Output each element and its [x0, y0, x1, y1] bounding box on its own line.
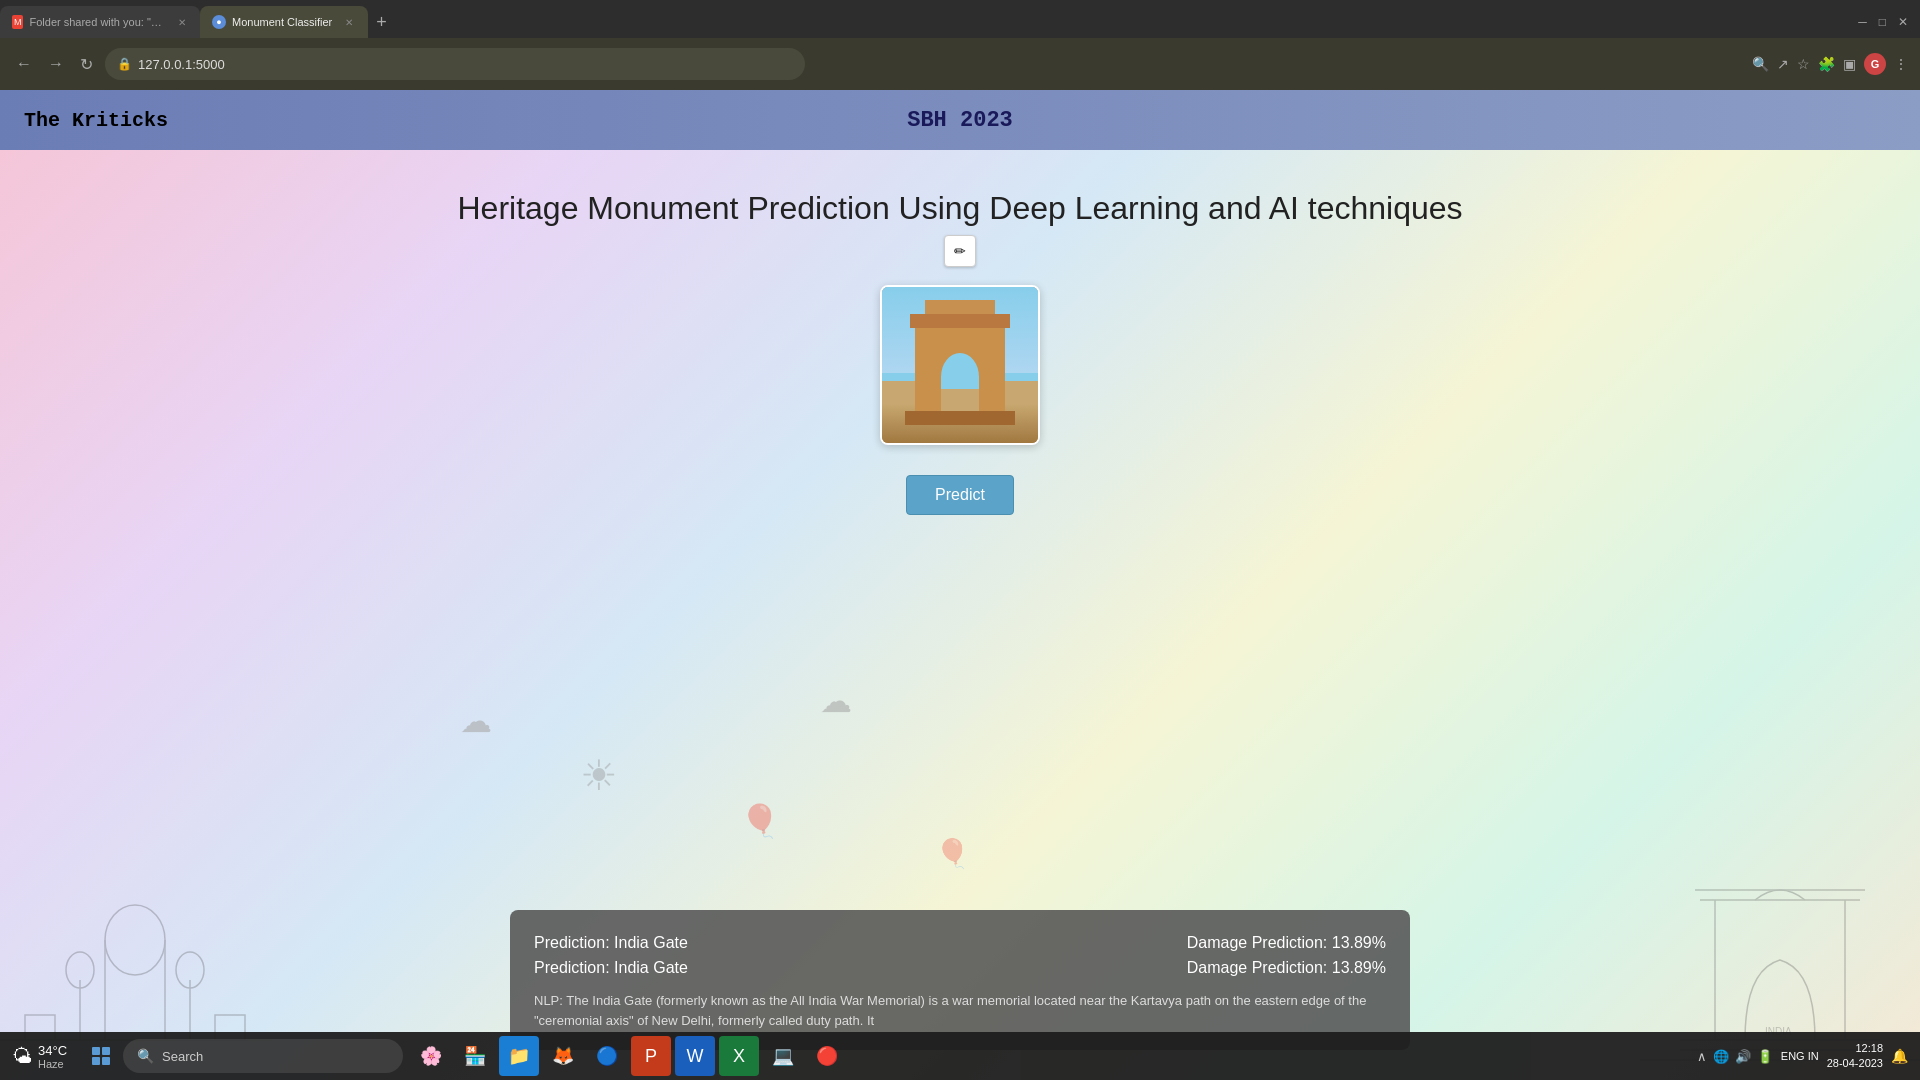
- start-button[interactable]: [79, 1034, 123, 1078]
- taskbar-app-excel[interactable]: X: [719, 1036, 759, 1076]
- taskbar-search[interactable]: 🔍 Search: [123, 1039, 403, 1073]
- main-content: Heritage Monument Prediction Using Deep …: [0, 150, 1920, 1080]
- tab-monument[interactable]: ● Monument Classifier ✕: [200, 6, 368, 38]
- damage-info: Damage Prediction: 13.89% Damage Predict…: [1187, 930, 1386, 981]
- maximize-button[interactable]: □: [1875, 15, 1890, 29]
- address-bar[interactable]: 🔒 127.0.0.1:5000: [105, 48, 805, 80]
- taskbar-apps: 🌸 🏪 📁 🦊 🔵 P W X 💻 🔴: [411, 1036, 847, 1076]
- taskbar-app-vscode[interactable]: 💻: [763, 1036, 803, 1076]
- svg-point-0: [105, 905, 165, 975]
- pencil-icon: ✏: [954, 243, 966, 259]
- forward-button[interactable]: →: [44, 51, 68, 77]
- weather-icon: 🌤: [12, 1045, 32, 1068]
- predict-button[interactable]: Predict: [906, 475, 1014, 515]
- battery-icon: 🔋: [1757, 1049, 1773, 1064]
- tab-bar: M Folder shared with you: "Monum... ✕ ● …: [0, 0, 1920, 38]
- taskbar-app-store[interactable]: 🏪: [455, 1036, 495, 1076]
- search-icon: 🔍: [137, 1048, 154, 1064]
- page-heading: Heritage Monument Prediction Using Deep …: [457, 190, 1462, 227]
- reload-button[interactable]: ↻: [76, 51, 97, 78]
- system-tray-icons: ∧ 🌐 🔊 🔋: [1697, 1049, 1773, 1064]
- new-tab-button[interactable]: +: [368, 13, 395, 31]
- taskbar-app-word[interactable]: W: [675, 1036, 715, 1076]
- prediction-line2: Prediction: India Gate: [534, 955, 688, 981]
- gmail-favicon: M: [12, 15, 23, 29]
- window-controls: ─ □ ✕: [1854, 15, 1920, 29]
- taskbar-right: ∧ 🌐 🔊 🔋 ENG IN 12:18 28-04-2023 🔔: [1685, 1041, 1920, 1072]
- gate-base: [905, 411, 1015, 425]
- tray-chevron[interactable]: ∧: [1697, 1049, 1707, 1064]
- address-bar-row: ← → ↻ 🔒 127.0.0.1:5000 🔍 ↗ ☆ 🧩 ▣ G ⋮: [0, 38, 1920, 90]
- brand-name: The Kriticks: [24, 109, 168, 132]
- zoom-icon[interactable]: 🔍: [1752, 56, 1769, 72]
- taskbar-app-ppt[interactable]: P: [631, 1036, 671, 1076]
- tab-gmail[interactable]: M Folder shared with you: "Monum... ✕: [0, 6, 200, 38]
- menu-icon[interactable]: ⋮: [1894, 56, 1908, 72]
- browser-chrome: M Folder shared with you: "Monum... ✕ ● …: [0, 0, 1920, 90]
- balloon-icon: 🎈: [740, 802, 780, 840]
- taskbar-app-widgets[interactable]: 🌸: [411, 1036, 451, 1076]
- notification-icon[interactable]: 🔔: [1891, 1048, 1908, 1064]
- windows-icon: [92, 1047, 110, 1065]
- profile-avatar[interactable]: G: [1864, 53, 1886, 75]
- india-gate-illustration: [882, 287, 1038, 443]
- app-header: The Kriticks SBH 2023: [0, 90, 1920, 150]
- start-sq-2: [102, 1047, 110, 1055]
- bookmark-icon[interactable]: ☆: [1797, 56, 1810, 72]
- gate-very-top: [925, 300, 995, 314]
- lock-icon: 🔒: [117, 57, 132, 71]
- prediction-info: Prediction: India Gate Prediction: India…: [534, 930, 688, 981]
- weather-info: 34°C Haze: [38, 1043, 67, 1070]
- taskbar-app-explorer[interactable]: 📁: [499, 1036, 539, 1076]
- volume-icon: 🔊: [1735, 1049, 1751, 1064]
- time-display: 12:18: [1827, 1041, 1883, 1056]
- search-label: Search: [162, 1049, 203, 1064]
- address-bar-actions: 🔍 ↗ ☆ 🧩 ▣ G ⋮: [1752, 53, 1908, 75]
- taskbar-app-browser[interactable]: 🦊: [543, 1036, 583, 1076]
- address-text: 127.0.0.1:5000: [138, 57, 225, 72]
- result-top-row: Prediction: India Gate Prediction: India…: [534, 930, 1386, 981]
- monument-image: [880, 285, 1040, 445]
- sun-icon: ☀: [580, 751, 618, 800]
- taskbar-app-chrome[interactable]: 🔵: [587, 1036, 627, 1076]
- balloon-icon-2: 🎈: [935, 837, 970, 870]
- damage-line2: Damage Prediction: 13.89%: [1187, 955, 1386, 981]
- sidebar-icon[interactable]: ▣: [1843, 56, 1856, 72]
- cloud-decoration-2: ☁: [820, 682, 852, 720]
- gate-arch-hole: [941, 353, 979, 413]
- weather-condition: Haze: [38, 1058, 67, 1070]
- tab-monument-close[interactable]: ✕: [342, 15, 356, 29]
- taskbar-app-red[interactable]: 🔴: [807, 1036, 847, 1076]
- clock: 12:18 28-04-2023: [1827, 1041, 1883, 1072]
- start-sq-3: [92, 1057, 100, 1065]
- prediction-line1: Prediction: India Gate: [534, 930, 688, 956]
- back-button[interactable]: ←: [12, 51, 36, 77]
- temperature: 34°C: [38, 1043, 67, 1058]
- tab-monument-label: Monument Classifier: [232, 16, 332, 28]
- edit-icon-button[interactable]: ✏: [944, 235, 976, 267]
- taskbar-weather: 🌤 34°C Haze: [0, 1043, 79, 1070]
- tab-gmail-close[interactable]: ✕: [177, 15, 188, 29]
- taskbar: 🌤 34°C Haze 🔍 Search 🌸 🏪 📁 🦊 🔵 P W X 💻 🔴: [0, 1032, 1920, 1080]
- network-icon: 🌐: [1713, 1049, 1729, 1064]
- date-display: 28-04-2023: [1827, 1056, 1883, 1071]
- start-sq-4: [102, 1057, 110, 1065]
- cloud-decoration-1: ☁: [460, 702, 492, 740]
- gate-top-platform: [910, 314, 1010, 328]
- start-sq-1: [92, 1047, 100, 1055]
- monument-favicon: ●: [212, 15, 226, 29]
- damage-line1: Damage Prediction: 13.89%: [1187, 930, 1386, 956]
- extensions-icon[interactable]: 🧩: [1818, 56, 1835, 72]
- event-name: SBH 2023: [907, 108, 1013, 133]
- result-panel: Prediction: India Gate Prediction: India…: [510, 910, 1410, 1050]
- minimize-button[interactable]: ─: [1854, 15, 1871, 29]
- nlp-description: NLP: The India Gate (formerly known as t…: [534, 991, 1386, 1030]
- close-button[interactable]: ✕: [1894, 15, 1912, 29]
- share-icon[interactable]: ↗: [1777, 56, 1789, 72]
- tab-gmail-label: Folder shared with you: "Monum...: [29, 16, 166, 28]
- language-indicator: ENG IN: [1781, 1049, 1819, 1063]
